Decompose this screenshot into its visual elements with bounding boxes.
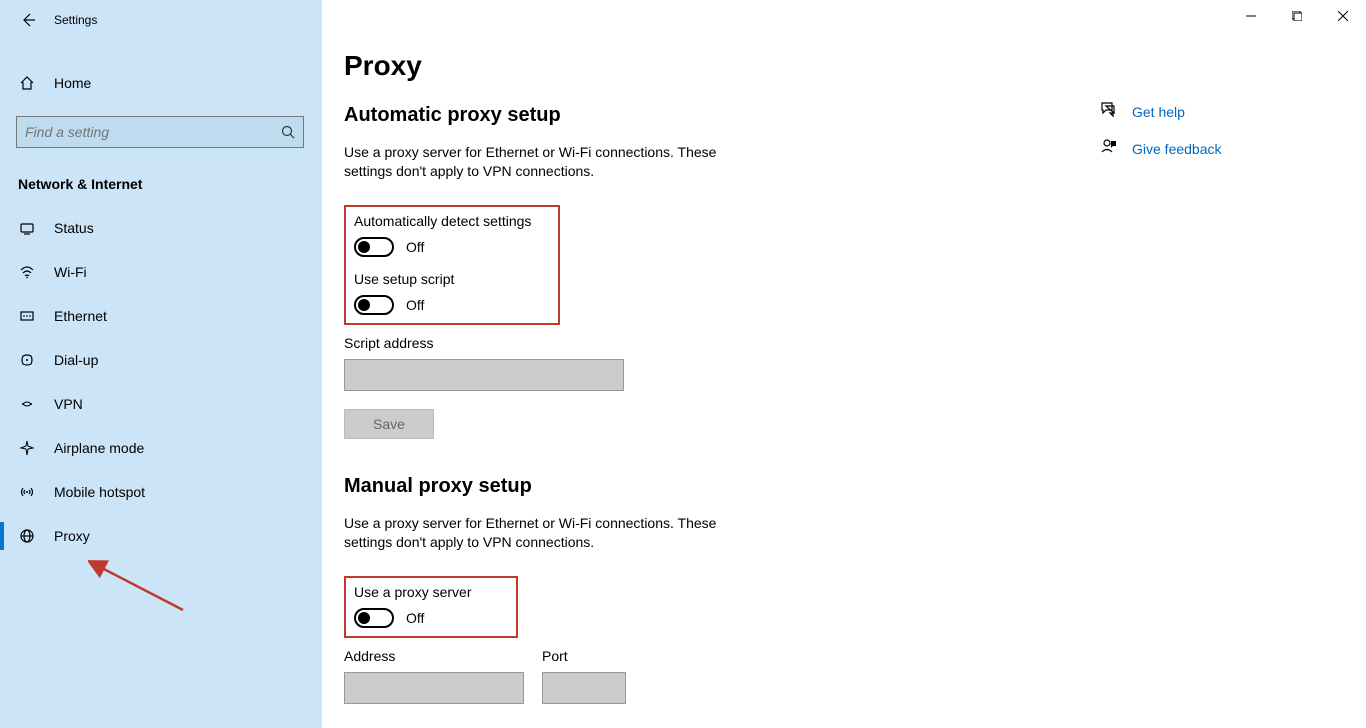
- manual-desc: Use a proxy server for Ethernet or Wi-Fi…: [344, 514, 764, 552]
- nav-ethernet[interactable]: Ethernet: [0, 294, 322, 338]
- hotspot-icon: [18, 483, 36, 501]
- right-links: Get help Give feedback: [1100, 100, 1222, 174]
- give-feedback-link[interactable]: Give feedback: [1100, 137, 1222, 160]
- titlebar-left: Settings: [0, 0, 322, 40]
- nav-wifi[interactable]: Wi-Fi: [0, 250, 322, 294]
- use-proxy-state: Off: [406, 610, 424, 626]
- proxy-icon: [18, 527, 36, 545]
- detect-state: Off: [406, 239, 424, 255]
- script-state: Off: [406, 297, 424, 313]
- addr-label: Address: [344, 648, 524, 664]
- feedback-text: Give feedback: [1132, 141, 1222, 157]
- home-label: Home: [54, 75, 91, 91]
- nav-dialup[interactable]: Dial-up: [0, 338, 322, 382]
- use-proxy-label: Use a proxy server: [354, 584, 508, 600]
- highlight-manual: Use a proxy server Off: [344, 576, 518, 638]
- nav-label: Status: [54, 220, 94, 236]
- manual-title: Manual proxy setup: [344, 475, 1084, 498]
- back-button[interactable]: [20, 12, 36, 28]
- help-text: Get help: [1132, 104, 1185, 120]
- auto-desc: Use a proxy server for Ethernet or Wi-Fi…: [344, 143, 764, 181]
- addr-input[interactable]: [344, 672, 524, 704]
- save-button[interactable]: Save: [344, 409, 434, 439]
- ethernet-icon: [18, 307, 36, 325]
- script-addr-input[interactable]: [344, 359, 624, 391]
- search-box[interactable]: [16, 116, 304, 148]
- get-help-link[interactable]: Get help: [1100, 100, 1222, 123]
- nav-label: Mobile hotspot: [54, 484, 145, 500]
- script-label: Use setup script: [354, 271, 550, 287]
- status-icon: [18, 219, 36, 237]
- nav-proxy[interactable]: Proxy: [0, 514, 322, 558]
- window-controls: [1228, 0, 1366, 32]
- main: Proxy Automatic proxy setup Use a proxy …: [344, 50, 1084, 722]
- nav-hotspot[interactable]: Mobile hotspot: [0, 470, 322, 514]
- search-input[interactable]: [25, 124, 281, 140]
- feedback-icon: [1100, 137, 1118, 160]
- maximize-button[interactable]: [1274, 0, 1320, 32]
- nav-vpn[interactable]: VPN: [0, 382, 322, 426]
- search-icon: [281, 125, 295, 139]
- detect-label: Automatically detect settings: [354, 213, 550, 229]
- airplane-icon: [18, 439, 36, 457]
- nav-airplane[interactable]: Airplane mode: [0, 426, 322, 470]
- wifi-icon: [18, 263, 36, 281]
- sidebar: Settings Home Network & Internet Status …: [0, 0, 322, 728]
- nav-home[interactable]: Home: [0, 62, 322, 104]
- use-proxy-toggle[interactable]: [354, 608, 394, 628]
- highlight-auto: Automatically detect settings Off Use se…: [344, 205, 560, 325]
- script-toggle[interactable]: [354, 295, 394, 315]
- nav-label: Ethernet: [54, 308, 107, 324]
- nav-status[interactable]: Status: [0, 206, 322, 250]
- nav-label: Proxy: [54, 528, 90, 544]
- script-addr-label: Script address: [344, 335, 1084, 351]
- vpn-icon: [18, 395, 36, 413]
- auto-title: Automatic proxy setup: [344, 104, 1084, 127]
- section-title: Network & Internet: [18, 176, 304, 192]
- close-button[interactable]: [1320, 0, 1366, 32]
- app-title: Settings: [54, 13, 97, 27]
- port-input[interactable]: [542, 672, 626, 704]
- nav-label: VPN: [54, 396, 83, 412]
- dialup-icon: [18, 351, 36, 369]
- nav-label: Dial-up: [54, 352, 98, 368]
- nav-label: Airplane mode: [54, 440, 144, 456]
- minimize-button[interactable]: [1228, 0, 1274, 32]
- port-label: Port: [542, 648, 626, 664]
- detect-toggle[interactable]: [354, 237, 394, 257]
- nav-label: Wi-Fi: [54, 264, 87, 280]
- chat-icon: [1100, 100, 1118, 123]
- page-title: Proxy: [344, 50, 1084, 82]
- home-icon: [18, 74, 36, 92]
